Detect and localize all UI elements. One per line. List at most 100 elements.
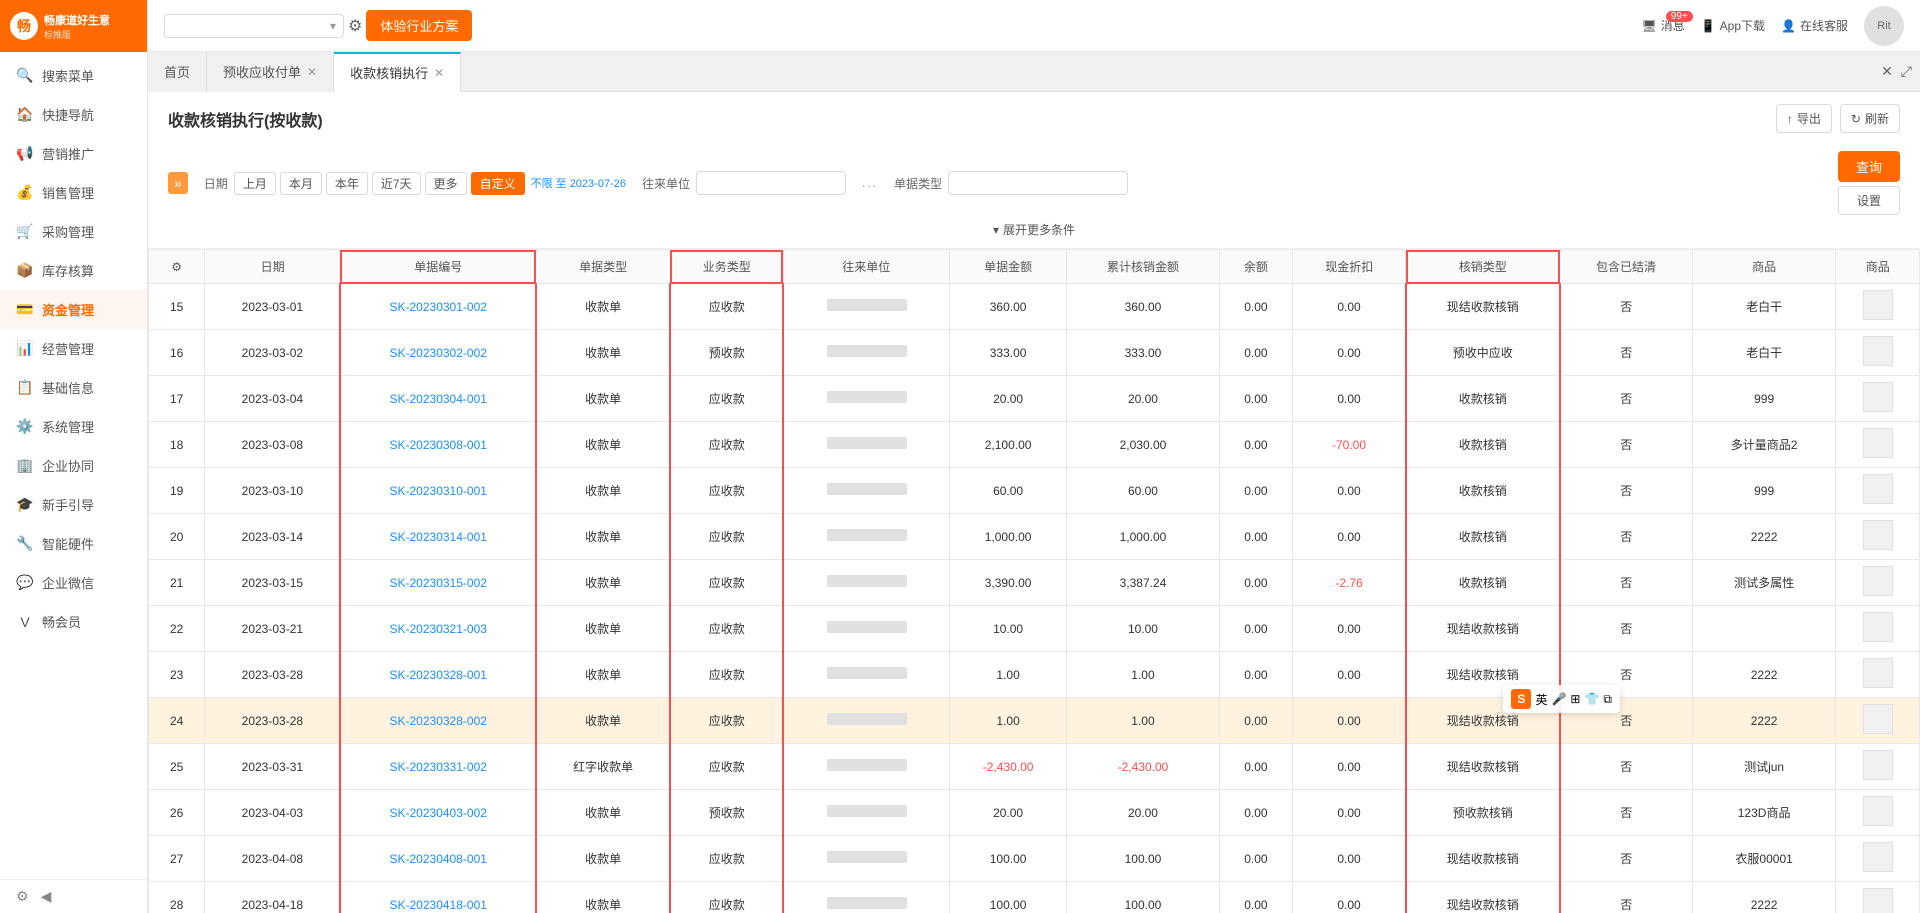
tab-pending[interactable]: 预收应收付单 ✕ <box>207 52 334 92</box>
wechat-icon: 💬 <box>16 574 34 592</box>
doc-no-link[interactable]: SK-20230408-001 <box>390 852 487 866</box>
td-product: 老白干 <box>1692 284 1836 330</box>
online-service-button[interactable]: 👤 在线客服 <box>1781 17 1848 34</box>
sidebar-item-wechat[interactable]: 💬企业微信 <box>0 563 147 602</box>
sidebar-item-system[interactable]: ⚙️系统管理 <box>0 407 147 446</box>
message-button[interactable]: 🖥 消息 99+ <box>1641 17 1684 34</box>
td-discount: 0.00 <box>1293 836 1406 882</box>
sidebar-item-hardware[interactable]: 🔧智能硬件 <box>0 524 147 563</box>
doc-no-link[interactable]: SK-20230418-001 <box>390 898 487 912</box>
filter-date-item: 日期 上月 本月 本年 近7天 更多 自定义 不限 至 2023-07-26 <box>204 172 626 195</box>
sidebar-item-member[interactable]: V畅会员 <box>0 602 147 641</box>
doc-no-link[interactable]: SK-20230314-001 <box>390 530 487 544</box>
tab-collection-close[interactable]: ✕ <box>434 66 444 80</box>
doc-no-link[interactable]: SK-20230301-002 <box>390 300 487 314</box>
sidebar-item-purchase[interactable]: 🛒采购管理 <box>0 212 147 251</box>
sidebar-item-search[interactable]: 🔍搜索菜单 <box>0 56 147 95</box>
settings-icon[interactable]: ⚙ <box>16 888 29 905</box>
content-wrapper: 收款核销执行(按收款) ↑ 导出 ↻ 刷新 » 日期 <box>148 92 1920 913</box>
td-product2 <box>1836 284 1920 330</box>
date-btn-thisyear[interactable]: 本年 <box>326 172 368 195</box>
td-amount: 360.00 <box>949 284 1066 330</box>
sidebar-item-marketing[interactable]: 📢营销推广 <box>0 134 147 173</box>
filter-toggle-btn[interactable]: » <box>168 172 188 194</box>
filter-doctype-item: 单据类型 <box>894 171 1128 195</box>
doc-no-link[interactable]: SK-20230302-002 <box>390 346 487 360</box>
partner-input[interactable] <box>696 171 846 195</box>
sidebar-item-enterprise[interactable]: 🏢企业协同 <box>0 446 147 485</box>
date-btn-thismonth[interactable]: 本月 <box>280 172 322 195</box>
solution-button[interactable]: 体验行业方案 <box>366 10 472 41</box>
date-btn-more[interactable]: 更多 <box>425 172 467 195</box>
doc-no-link[interactable]: SK-20230304-001 <box>390 392 487 406</box>
topbar: ▾ ⚙ 体验行业方案 🖥 消息 99+ 📱 App下载 👤 在线客服 Rit <box>148 0 1920 52</box>
td-partner <box>783 560 949 606</box>
table-row: 15 2023-03-01 SK-20230301-002 收款单 应收款 36… <box>149 284 1920 330</box>
export-icon: ↑ <box>1787 112 1793 126</box>
sidebar-item-sales[interactable]: 💰销售管理 <box>0 173 147 212</box>
tabbar: 首页 预收应收付单 ✕ 收款核销执行 ✕ ✕ ⤢ <box>148 52 1920 92</box>
product-thumbnail <box>1863 888 1893 913</box>
filter-settings-button[interactable]: 设置 <box>1838 186 1900 215</box>
doc-no-link[interactable]: SK-20230331-002 <box>390 760 487 774</box>
sidebar-item-shortcut[interactable]: 🏠快捷导航 <box>0 95 147 134</box>
td-doc-type: 收款单 <box>536 790 670 836</box>
tab-pending-close[interactable]: ✕ <box>307 65 317 79</box>
th-discount: 现金折扣 <box>1293 250 1406 284</box>
marketing-icon: 📢 <box>16 145 34 163</box>
sidebar-item-inventory[interactable]: 📦库存核算 <box>0 251 147 290</box>
verified-value: 100.00 <box>1125 852 1162 866</box>
td-seq: 27 <box>149 836 205 882</box>
sidebar-item-finance[interactable]: 💳资金管理 <box>0 290 147 329</box>
close-tab-icon[interactable]: ✕ <box>1881 63 1893 80</box>
partner-blurred <box>827 713 907 725</box>
td-amount: 20.00 <box>949 790 1066 836</box>
export-button[interactable]: ↑ 导出 <box>1776 104 1832 133</box>
td-verify-type: 预收中应收 <box>1406 330 1560 376</box>
collapse-icon[interactable]: ◀ <box>41 888 52 905</box>
sidebar-item-label-member: 畅会员 <box>42 612 81 631</box>
date-btn-7days[interactable]: 近7天 <box>372 172 421 195</box>
td-biz-type: 应收款 <box>670 376 783 422</box>
td-verify-type: 收款核销 <box>1406 468 1560 514</box>
refresh-button[interactable]: ↻ 刷新 <box>1840 104 1900 133</box>
maximize-icon[interactable]: ⤢ <box>1901 63 1912 80</box>
td-include-clear: 否 <box>1560 882 1693 913</box>
app-download-button[interactable]: 📱 App下载 <box>1701 17 1765 34</box>
td-discount: 0.00 <box>1293 744 1406 790</box>
date-btn-lastmonth[interactable]: 上月 <box>234 172 276 195</box>
product-thumbnail <box>1863 428 1893 458</box>
doc-no-link[interactable]: SK-20230328-001 <box>390 668 487 682</box>
expand-filter-button[interactable]: ▾ 展开更多条件 <box>993 221 1075 238</box>
td-date: 2023-03-28 <box>205 698 341 744</box>
sidebar-item-operation[interactable]: 📊经营管理 <box>0 329 147 368</box>
sidebar-menu: 🔍搜索菜单🏠快捷导航📢营销推广💰销售管理🛒采购管理📦库存核算💳资金管理📊经营管理… <box>0 52 147 879</box>
date-btn-custom[interactable]: 自定义 <box>471 172 525 195</box>
doc-no-link[interactable]: SK-20230315-002 <box>390 576 487 590</box>
td-discount: 0.00 <box>1293 376 1406 422</box>
doctype-select[interactable] <box>948 171 1128 195</box>
partner-blurred <box>827 667 907 679</box>
doc-no-link[interactable]: SK-20230308-001 <box>390 438 487 452</box>
td-doc-no: SK-20230302-002 <box>340 330 536 376</box>
td-date: 2023-03-01 <box>205 284 341 330</box>
doc-no-link[interactable]: SK-20230328-002 <box>390 714 487 728</box>
doc-no-link[interactable]: SK-20230310-001 <box>390 484 487 498</box>
topbar-gear-icon[interactable]: ⚙ <box>348 16 362 36</box>
doc-no-link[interactable]: SK-20230321-003 <box>390 622 487 636</box>
sidebar-item-basic[interactable]: 📋基础信息 <box>0 368 147 407</box>
amount-value: 20.00 <box>993 806 1023 820</box>
product-thumbnail <box>1863 336 1893 366</box>
tab-home[interactable]: 首页 <box>148 52 207 92</box>
td-product: 衣服00001 <box>1692 836 1836 882</box>
query-button[interactable]: 查询 <box>1838 151 1900 182</box>
verified-value: 333.00 <box>1125 346 1162 360</box>
td-seq: 28 <box>149 882 205 913</box>
tab-collection[interactable]: 收款核销执行 ✕ <box>334 52 461 92</box>
user-avatar[interactable]: Rit <box>1864 6 1904 46</box>
doc-no-link[interactable]: SK-20230403-002 <box>390 806 487 820</box>
sidebar-item-guide[interactable]: 🎓新手引导 <box>0 485 147 524</box>
table-body: 15 2023-03-01 SK-20230301-002 收款单 应收款 36… <box>149 284 1920 913</box>
td-partner <box>783 468 949 514</box>
topbar-search-input[interactable] <box>164 14 344 38</box>
